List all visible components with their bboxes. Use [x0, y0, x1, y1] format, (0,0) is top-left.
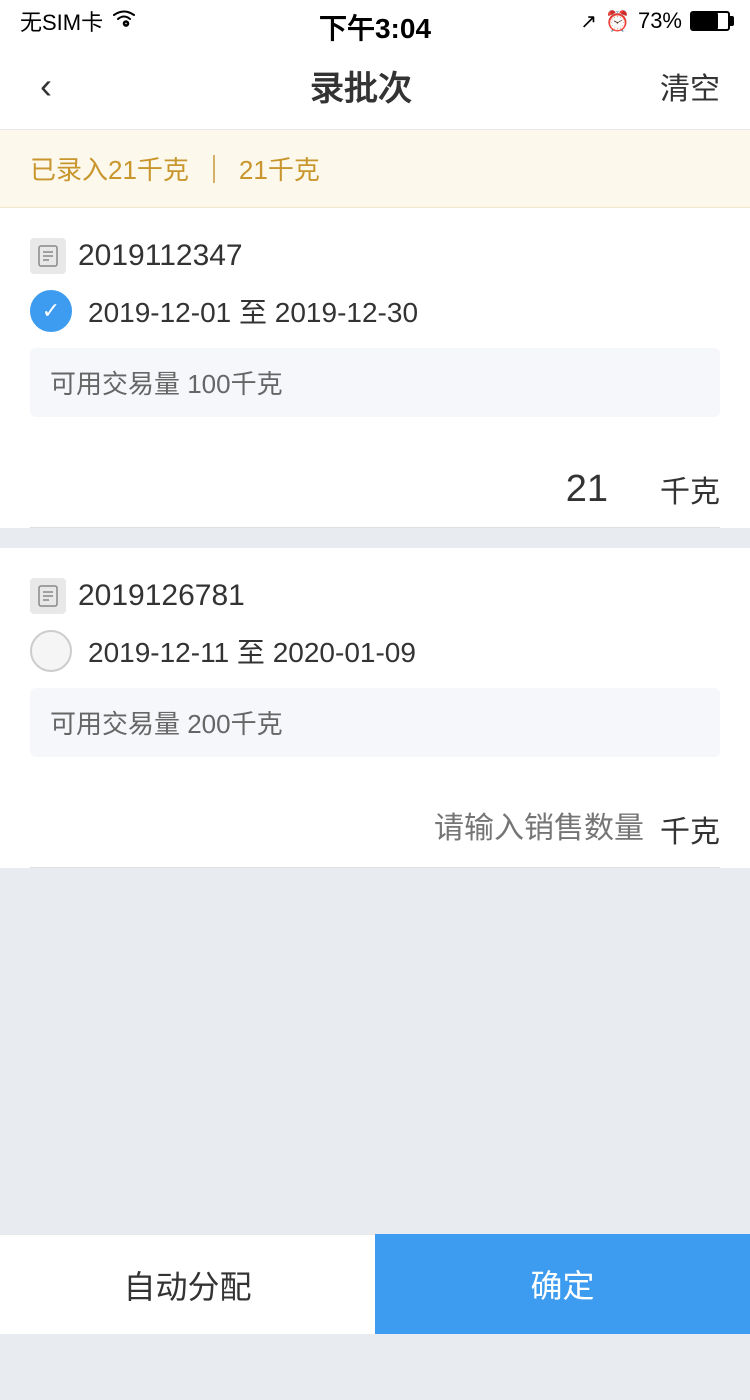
card-1-quantity-value: 21: [566, 468, 608, 511]
card-2-id: 2019126781: [78, 579, 245, 613]
quantity-input-2[interactable]: [30, 812, 644, 846]
card-1-item: 2019112347 ✓ 2019-12-01 至 2019-12-30 可用交…: [0, 208, 750, 447]
status-time: 下午3:04: [319, 7, 431, 47]
battery-icon: [690, 11, 730, 31]
wifi-icon: [111, 8, 137, 34]
card-2-available: 可用交易量 200千克: [30, 688, 720, 757]
page-title: 录批次: [310, 61, 412, 110]
card-1-header: 2019112347: [30, 238, 720, 274]
banner-divider: [213, 155, 215, 183]
recorded-amount-label: 已录入21千克: [30, 150, 189, 187]
card-2-item: 2019126781 2019-12-11 至 2020-01-09 可用交易量…: [0, 548, 750, 787]
nav-bar: ‹ 录批次 清空: [0, 42, 750, 130]
auto-distribute-button[interactable]: 自动分配: [0, 1234, 375, 1334]
card-1-radio[interactable]: ✓: [30, 290, 72, 332]
card-1-id: 2019112347: [78, 239, 243, 273]
page-content: 2019112347 ✓ 2019-12-01 至 2019-12-30 可用交…: [0, 208, 750, 1400]
back-button[interactable]: ‹: [30, 55, 62, 117]
status-right: ↗ ⏰ 73%: [580, 8, 730, 34]
clear-button[interactable]: 清空: [660, 64, 720, 108]
battery-percent: 73%: [638, 8, 682, 34]
card-2-date: 2019-12-11 至 2020-01-09: [88, 631, 416, 671]
card-1-quantity-row: 21 千克: [0, 447, 750, 527]
batch-card-2: 2019126781 2019-12-11 至 2020-01-09 可用交易量…: [0, 548, 750, 868]
location-icon: ↗: [580, 9, 597, 34]
sim-label: 无SIM卡: [20, 5, 103, 37]
card-1-quantity-unit: 千克: [660, 467, 720, 511]
card-1-date-row[interactable]: ✓ 2019-12-01 至 2019-12-30: [30, 290, 720, 332]
card-2-quantity-unit: 千克: [660, 807, 720, 851]
card-2-date-row[interactable]: 2019-12-11 至 2020-01-09: [30, 630, 720, 672]
card-2-radio[interactable]: [30, 630, 72, 672]
card-1-date: 2019-12-01 至 2019-12-30: [88, 291, 418, 331]
card-2-icon: [30, 578, 66, 614]
info-banner: 已录入21千克 21千克: [0, 130, 750, 208]
card-1-icon: [30, 238, 66, 274]
recorded-amount-value: 21千克: [239, 150, 320, 187]
card-2-quantity-row: 千克: [0, 787, 750, 867]
status-left: 无SIM卡: [20, 5, 137, 37]
confirm-button[interactable]: 确定: [375, 1234, 750, 1334]
bottom-bar: 自动分配 确定: [0, 1234, 750, 1334]
batch-card-1: 2019112347 ✓ 2019-12-01 至 2019-12-30 可用交…: [0, 208, 750, 528]
card-2-header: 2019126781: [30, 578, 720, 614]
checkmark-icon: ✓: [42, 300, 60, 322]
status-bar: 无SIM卡 下午3:04 ↗ ⏰ 73%: [0, 0, 750, 42]
card-1-available: 可用交易量 100千克: [30, 348, 720, 417]
alarm-icon: ⏰: [605, 9, 630, 34]
section-divider: [0, 528, 750, 548]
